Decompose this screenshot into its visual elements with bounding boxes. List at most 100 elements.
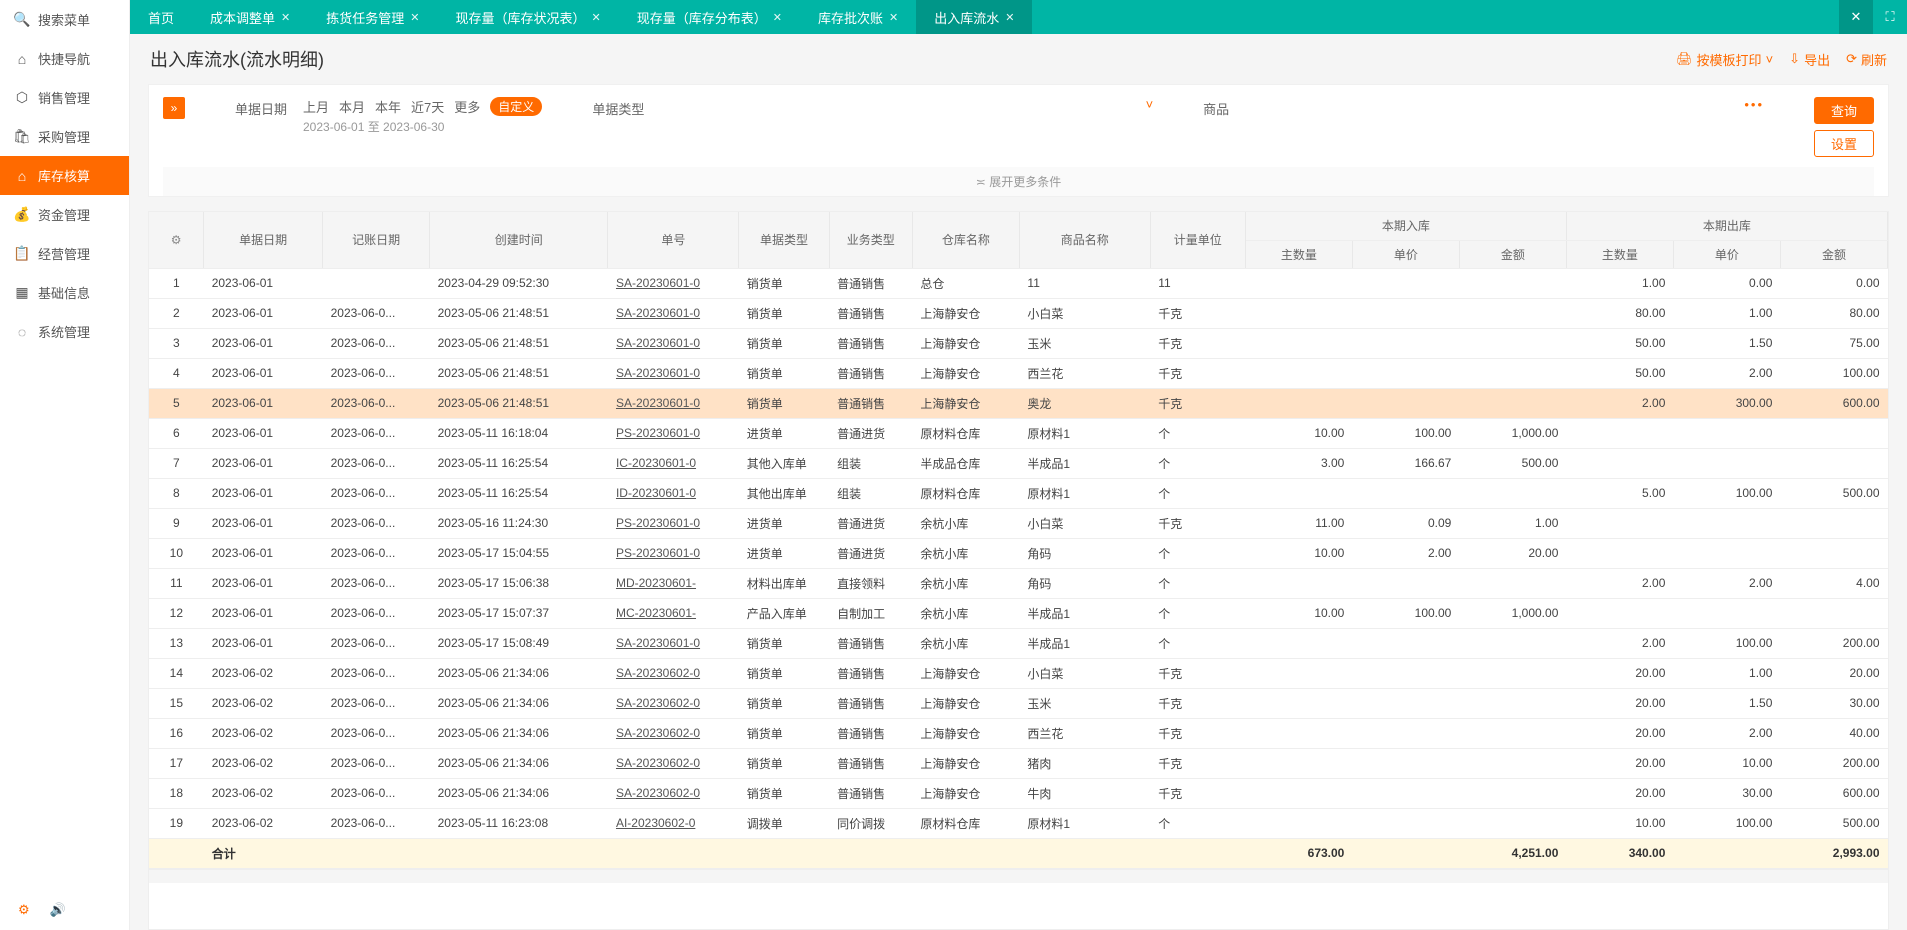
table-row[interactable]: 112023-06-012023-06-0...2023-05-17 15:06… — [149, 568, 1888, 598]
col-doc-type[interactable]: 单据类型 — [739, 212, 829, 268]
close-icon[interactable]: ✕ — [889, 11, 898, 24]
doc-no-link[interactable]: SA-20230602-0 — [616, 666, 700, 680]
table-row[interactable]: 82023-06-012023-06-0...2023-05-11 16:25:… — [149, 478, 1888, 508]
expand-filters-button[interactable]: ≍ 展开更多条件 — [163, 167, 1874, 196]
settings-icon[interactable]: ⚙ — [18, 902, 30, 918]
table-row[interactable]: 72023-06-012023-06-0...2023-05-11 16:25:… — [149, 448, 1888, 478]
table-row[interactable]: 142023-06-022023-06-0...2023-05-06 21:34… — [149, 658, 1888, 688]
sidebar-item-3[interactable]: 🛍采购管理 — [0, 117, 129, 156]
col-out-amount[interactable]: 金额 — [1780, 240, 1887, 268]
filter-doctype-select[interactable]: ˅ — [660, 97, 1153, 113]
table-row[interactable]: 172023-06-022023-06-0...2023-05-06 21:34… — [149, 748, 1888, 778]
collapse-filter-button[interactable]: » — [163, 97, 185, 119]
doc-no-link[interactable]: PS-20230601-0 — [616, 426, 700, 440]
sound-icon[interactable]: 🔊 — [50, 902, 66, 918]
sidebar-icon: 🔍 — [14, 12, 30, 28]
doc-no-link[interactable]: PS-20230601-0 — [616, 546, 700, 560]
doc-no-link[interactable]: SA-20230602-0 — [616, 786, 700, 800]
tab-3[interactable]: 现存量（库存状况表）✕ — [437, 0, 618, 34]
doc-no-link[interactable]: IC-20230601-0 — [616, 456, 696, 470]
refresh-button[interactable]: ⟳刷新 — [1846, 50, 1887, 69]
col-uom[interactable]: 计量单位 — [1150, 212, 1245, 268]
doc-no-link[interactable]: MC-20230601- — [616, 606, 696, 620]
col-create-time[interactable]: 创建时间 — [430, 212, 608, 268]
doc-no-link[interactable]: PS-20230601-0 — [616, 516, 700, 530]
date-opt-4[interactable]: 更多 — [454, 97, 480, 116]
sidebar-item-1[interactable]: ⌂快捷导航 — [0, 39, 129, 78]
doc-no-link[interactable]: MD-20230601- — [616, 576, 696, 590]
date-opt-2[interactable]: 本年 — [375, 97, 401, 116]
table-row[interactable]: 12023-06-012023-04-29 09:52:30SA-2023060… — [149, 268, 1888, 298]
doc-no-link[interactable]: SA-20230601-0 — [616, 396, 700, 410]
sidebar-item-4[interactable]: ⌂库存核算 — [0, 156, 129, 195]
doc-no-link[interactable]: ID-20230601-0 — [616, 486, 696, 500]
doc-no-link[interactable]: SA-20230601-0 — [616, 276, 700, 290]
query-button[interactable]: 查询 — [1814, 97, 1874, 124]
table-row[interactable]: 192023-06-022023-06-0...2023-05-11 16:23… — [149, 808, 1888, 838]
date-opt-3[interactable]: 近7天 — [411, 97, 444, 116]
col-in-amount[interactable]: 金额 — [1459, 240, 1566, 268]
sidebar-item-6[interactable]: 📋经营管理 — [0, 234, 129, 273]
close-icon[interactable]: ✕ — [410, 11, 419, 24]
horizontal-scrollbar[interactable] — [149, 869, 1888, 883]
tab-6[interactable]: 出入库流水✕ — [916, 0, 1032, 34]
col-product[interactable]: 商品名称 — [1019, 212, 1150, 268]
col-acct-date[interactable]: 记账日期 — [323, 212, 430, 268]
tab-1[interactable]: 成本调整单✕ — [192, 0, 308, 34]
sidebar-item-7[interactable]: ▦基础信息 — [0, 273, 129, 312]
close-icon[interactable]: ✕ — [773, 11, 782, 24]
filter-panel: » 单据日期 上月本月本年近7天更多自定义 2023-06-01 至 2023-… — [148, 84, 1889, 197]
table-row[interactable]: 42023-06-012023-06-0...2023-05-06 21:48:… — [149, 358, 1888, 388]
columns-config-icon[interactable]: ⚙ — [171, 233, 182, 247]
tab-2[interactable]: 拣货任务管理✕ — [308, 0, 437, 34]
close-icon[interactable]: ✕ — [1005, 11, 1014, 24]
fullscreen-button[interactable]: ⛶ — [1873, 0, 1907, 34]
table-row[interactable]: 22023-06-012023-06-0...2023-05-06 21:48:… — [149, 298, 1888, 328]
table-row[interactable]: 92023-06-012023-06-0...2023-05-16 11:24:… — [149, 508, 1888, 538]
col-in-qty[interactable]: 主数量 — [1245, 240, 1352, 268]
table-row[interactable]: 162023-06-022023-06-0...2023-05-06 21:34… — [149, 718, 1888, 748]
doc-no-link[interactable]: SA-20230601-0 — [616, 306, 700, 320]
settings-button[interactable]: 设置 — [1814, 130, 1874, 157]
table-row[interactable]: 122023-06-012023-06-0...2023-05-17 15:07… — [149, 598, 1888, 628]
close-icon[interactable]: ✕ — [281, 11, 290, 24]
doc-no-link[interactable]: SA-20230601-0 — [616, 366, 700, 380]
table-row[interactable]: 152023-06-022023-06-0...2023-05-06 21:34… — [149, 688, 1888, 718]
col-doc-date[interactable]: 单据日期 — [204, 212, 323, 268]
sidebar-item-8[interactable]: ◌系统管理 — [0, 312, 129, 351]
col-biz-type[interactable]: 业务类型 — [829, 212, 912, 268]
table-row[interactable]: 62023-06-012023-06-0...2023-05-11 16:18:… — [149, 418, 1888, 448]
sidebar-item-5[interactable]: 💰资金管理 — [0, 195, 129, 234]
table-row[interactable]: 32023-06-012023-06-0...2023-05-06 21:48:… — [149, 328, 1888, 358]
table-row[interactable]: 102023-06-012023-06-0...2023-05-17 15:04… — [149, 538, 1888, 568]
col-doc-no[interactable]: 单号 — [608, 212, 739, 268]
date-opt-custom[interactable]: 自定义 — [490, 97, 542, 116]
doc-no-link[interactable]: SA-20230602-0 — [616, 756, 700, 770]
sidebar-item-2[interactable]: ⬡销售管理 — [0, 78, 129, 117]
col-out-price[interactable]: 单价 — [1673, 240, 1780, 268]
close-icon[interactable]: ✕ — [592, 11, 601, 24]
table-row[interactable]: 52023-06-012023-06-0...2023-05-06 21:48:… — [149, 388, 1888, 418]
doc-no-link[interactable]: SA-20230601-0 — [616, 636, 700, 650]
date-opt-0[interactable]: 上月 — [303, 97, 329, 116]
sidebar-item-0[interactable]: 🔍搜索菜单 — [0, 0, 129, 39]
doc-no-link[interactable]: SA-20230601-0 — [616, 336, 700, 350]
tab-0[interactable]: 首页 — [130, 0, 192, 34]
more-icon[interactable]: ••• — [1744, 97, 1764, 112]
date-opt-1[interactable]: 本月 — [339, 97, 365, 116]
col-warehouse[interactable]: 仓库名称 — [912, 212, 1019, 268]
col-in-price[interactable]: 单价 — [1352, 240, 1459, 268]
table-row[interactable]: 132023-06-012023-06-0...2023-05-17 15:08… — [149, 628, 1888, 658]
tab-4[interactable]: 现存量（库存分布表） ✕ — [619, 0, 800, 34]
doc-no-link[interactable]: SA-20230602-0 — [616, 696, 700, 710]
tab-label: 现存量（库存分布表） — [637, 8, 767, 27]
tab-5[interactable]: 库存批次账✕ — [800, 0, 916, 34]
print-button[interactable]: 🖨按模板打印 ˅ — [1676, 50, 1773, 69]
filter-product-select[interactable]: ••• — [1271, 97, 1764, 113]
table-row[interactable]: 182023-06-022023-06-0...2023-05-06 21:34… — [149, 778, 1888, 808]
doc-no-link[interactable]: SA-20230602-0 — [616, 726, 700, 740]
export-button[interactable]: ⇩导出 — [1789, 50, 1830, 69]
col-out-qty[interactable]: 主数量 — [1566, 240, 1673, 268]
doc-no-link[interactable]: AI-20230602-0 — [616, 816, 695, 830]
close-all-tabs-button[interactable]: ✕ — [1839, 0, 1873, 34]
